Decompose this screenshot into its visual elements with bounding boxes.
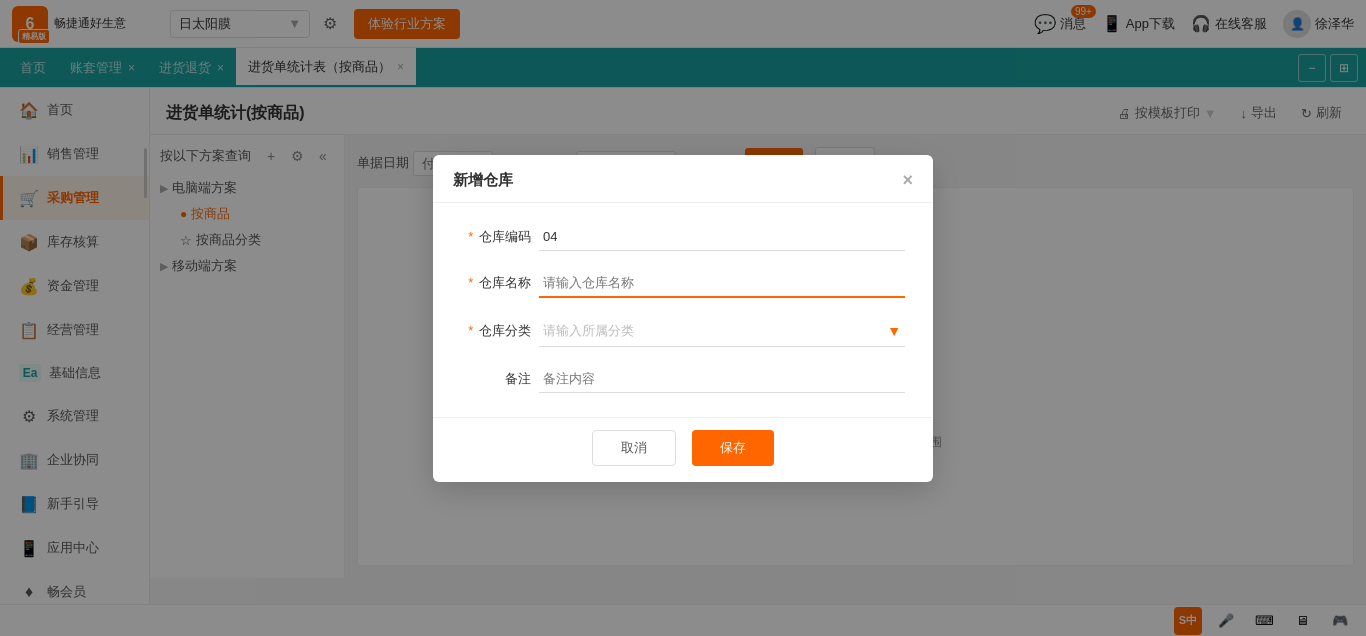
category-label: * 仓库分类	[461, 322, 531, 340]
code-field-row: * 仓库编码	[461, 223, 905, 251]
modal-footer: 取消 保存	[433, 417, 933, 482]
category-field-row: * 仓库分类 请输入所属分类 ▼	[461, 316, 905, 347]
modal-header: 新增仓库 ×	[433, 155, 933, 203]
category-dropdown-icon: ▼	[887, 323, 901, 339]
modal-title: 新增仓库	[453, 171, 513, 190]
name-label: * 仓库名称	[461, 274, 531, 292]
remark-label: 备注	[461, 370, 531, 388]
name-field-row: * 仓库名称	[461, 269, 905, 298]
modal-body: * 仓库编码 * 仓库名称 * 仓库分类 请输入所属	[433, 203, 933, 417]
save-button[interactable]: 保存	[692, 430, 774, 466]
modal-close-button[interactable]: ×	[902, 171, 913, 189]
warehouse-remark-input[interactable]	[539, 365, 905, 393]
modal-overlay: 新增仓库 × * 仓库编码 * 仓库名称	[0, 0, 1366, 636]
code-label: * 仓库编码	[461, 228, 531, 246]
add-warehouse-modal: 新增仓库 × * 仓库编码 * 仓库名称	[433, 155, 933, 482]
cancel-button[interactable]: 取消	[592, 430, 676, 466]
warehouse-code-input[interactable]	[539, 223, 905, 251]
remark-field-row: 备注	[461, 365, 905, 393]
category-select[interactable]: 请输入所属分类 ▼	[539, 316, 905, 347]
warehouse-name-input[interactable]	[539, 269, 905, 298]
